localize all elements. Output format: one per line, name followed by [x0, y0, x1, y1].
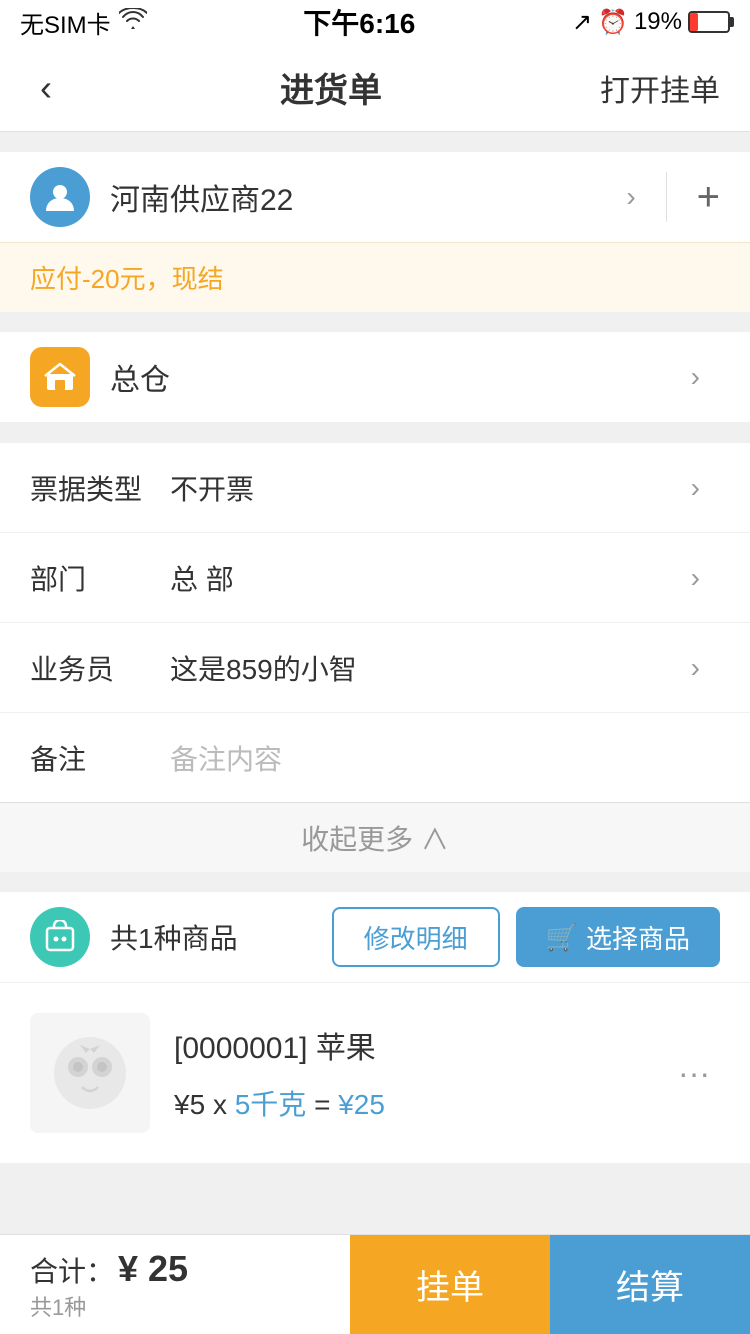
product-thumbnail — [30, 1013, 150, 1133]
total-section: 合计： ¥ 25 共1种 — [0, 1235, 350, 1334]
supplier-chevron-icon: › — [626, 181, 635, 213]
product-header: 共1种商品 修改明细 🛒 选择商品 — [0, 892, 750, 982]
product-title: 苹果 — [316, 1032, 376, 1065]
form-card: 票据类型 不开票 › 部门 总 部 › 业务员 这是859的小智 › 备注 备注… — [0, 442, 750, 802]
total-count: 共1种 — [30, 1290, 320, 1322]
product-quantity: 5千克 — [235, 1089, 307, 1120]
supplier-row[interactable]: 河南供应商22 › + — [0, 152, 750, 242]
wifi-icon — [119, 8, 147, 37]
product-count: 共1种商品 — [110, 917, 332, 957]
hang-button[interactable]: 挂单 — [350, 1235, 550, 1334]
open-hang-button[interactable]: 打开挂单 — [600, 66, 720, 110]
remark-input[interactable]: 备注内容 — [150, 738, 720, 778]
select-product-label: 选择商品 — [586, 919, 690, 956]
invoice-type-label: 票据类型 — [30, 468, 150, 508]
nav-bar: ‹ 进货单 打开挂单 — [0, 44, 750, 132]
location-icon: ↗ — [572, 8, 592, 37]
notice-bar: 应付-20元，现结 — [0, 242, 750, 312]
warehouse-row[interactable]: 总仓 › — [0, 332, 750, 422]
page-title: 进货单 — [280, 63, 382, 112]
alarm-icon: ⏰ — [598, 8, 628, 37]
gap-1 — [0, 132, 750, 152]
collapse-bar[interactable]: 收起更多 ∧ — [0, 802, 750, 872]
divider — [666, 172, 667, 222]
unit-price: ¥5 — [174, 1089, 205, 1120]
product-price: ¥5 x 5千克 = ¥25 — [174, 1083, 668, 1123]
total-label: 合计： — [30, 1250, 114, 1290]
battery-percent: 19% — [634, 8, 682, 36]
product-total: ¥25 — [338, 1089, 385, 1120]
salesperson-row[interactable]: 业务员 这是859的小智 › — [0, 622, 750, 712]
warehouse-icon — [30, 347, 90, 407]
product-info: [0000001] 苹果 ¥5 x 5千克 = ¥25 — [174, 1023, 668, 1123]
salesperson-value: 这是859的小智 — [150, 648, 691, 688]
supplier-card: 河南供应商22 › + 应付-20元，现结 — [0, 152, 750, 312]
product-more-button[interactable]: ··· — [668, 1045, 720, 1102]
gap-2 — [0, 312, 750, 332]
collapse-label: 收起更多 ∧ — [301, 818, 449, 858]
total-amount: ¥ 25 — [118, 1248, 188, 1290]
cart-icon: 🛒 — [546, 922, 578, 953]
select-product-button[interactable]: 🛒 选择商品 — [516, 907, 720, 967]
product-code: [0000001] — [174, 1032, 307, 1065]
salesperson-chevron-icon: › — [691, 652, 700, 684]
carrier-text: 无SIM卡 — [20, 5, 111, 40]
invoice-chevron-icon: › — [691, 472, 700, 504]
salesperson-label: 业务员 — [30, 648, 150, 688]
status-left: 无SIM卡 — [20, 5, 147, 40]
status-bar: 无SIM卡 下午6:16 ↗ ⏰ 19% — [0, 0, 750, 44]
status-right: ↗ ⏰ 19% — [572, 8, 730, 37]
product-card: 共1种商品 修改明细 🛒 选择商品 — [0, 892, 750, 1163]
bottom-bar: 合计： ¥ 25 共1种 挂单 结算 — [0, 1234, 750, 1334]
gap-4 — [0, 872, 750, 892]
status-time: 下午6:16 — [303, 2, 415, 42]
department-chevron-icon: › — [691, 562, 700, 594]
supplier-avatar — [30, 167, 90, 227]
supplier-name: 河南供应商22 — [110, 175, 626, 219]
product-name: [0000001] 苹果 — [174, 1023, 668, 1067]
product-icon — [30, 907, 90, 967]
notice-text: 应付-20元，现结 — [30, 264, 224, 294]
invoice-type-row[interactable]: 票据类型 不开票 › — [0, 442, 750, 532]
remark-row[interactable]: 备注 备注内容 — [0, 712, 750, 802]
invoice-type-value: 不开票 — [150, 468, 691, 508]
warehouse-chevron-icon: › — [691, 361, 700, 393]
settle-button[interactable]: 结算 — [550, 1235, 750, 1334]
gap-3 — [0, 422, 750, 442]
edit-detail-button[interactable]: 修改明细 — [332, 907, 500, 967]
department-value: 总 部 — [150, 558, 691, 598]
remark-label: 备注 — [30, 738, 150, 778]
warehouse-card: 总仓 › — [0, 332, 750, 422]
department-label: 部门 — [30, 558, 150, 598]
back-button[interactable]: ‹ — [30, 57, 62, 119]
add-icon[interactable]: + — [677, 165, 720, 230]
warehouse-name: 总仓 — [110, 355, 691, 399]
department-row[interactable]: 部门 总 部 › — [0, 532, 750, 622]
product-item: [0000001] 苹果 ¥5 x 5千克 = ¥25 ··· — [0, 982, 750, 1163]
battery-icon — [688, 11, 730, 33]
